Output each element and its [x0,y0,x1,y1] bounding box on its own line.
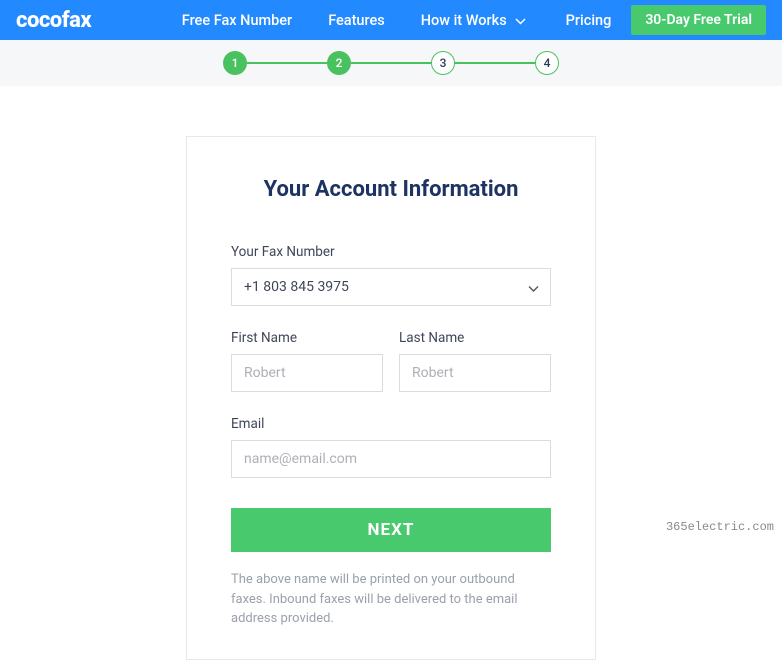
watermark: 365electric.com [666,520,774,534]
fax-number-select[interactable]: +1 803 845 3975 [231,268,551,306]
first-name-field[interactable] [231,354,383,392]
first-name-label: First Name [231,330,383,346]
progress-connector [351,62,431,64]
fax-number-label: Your Fax Number [231,244,551,260]
form-disclaimer: The above name will be printed on your o… [231,570,551,629]
last-name-label: Last Name [399,330,551,346]
top-nav: cocofax Free Fax Number Features How it … [0,0,782,40]
nav-pricing[interactable]: Pricing [566,12,612,29]
nav-how-it-works-label: How it Works [421,12,507,29]
progress-connector [455,62,535,64]
page-title: Your Account Information [231,177,551,202]
email-field[interactable] [231,440,551,478]
brand-logo[interactable]: cocofax [16,8,91,33]
nav-free-fax[interactable]: Free Fax Number [182,12,292,29]
chevron-down-icon [515,12,526,29]
progress-step-4: 4 [535,51,559,75]
free-trial-button[interactable]: 30-Day Free Trial [631,5,766,35]
fax-number-value: +1 803 845 3975 [244,279,349,295]
account-form-card: Your Account Information Your Fax Number… [186,136,596,660]
nav-how-it-works[interactable]: How it Works [421,12,526,29]
progress-bar: 1 2 3 4 [0,40,782,86]
progress-connector [247,62,327,64]
last-name-field[interactable] [399,354,551,392]
progress-step-1: 1 [223,51,247,75]
nav-features[interactable]: Features [328,12,385,29]
progress-step-3: 3 [431,51,455,75]
email-label: Email [231,416,551,432]
progress-step-2: 2 [327,51,351,75]
next-button[interactable]: NEXT [231,508,551,552]
